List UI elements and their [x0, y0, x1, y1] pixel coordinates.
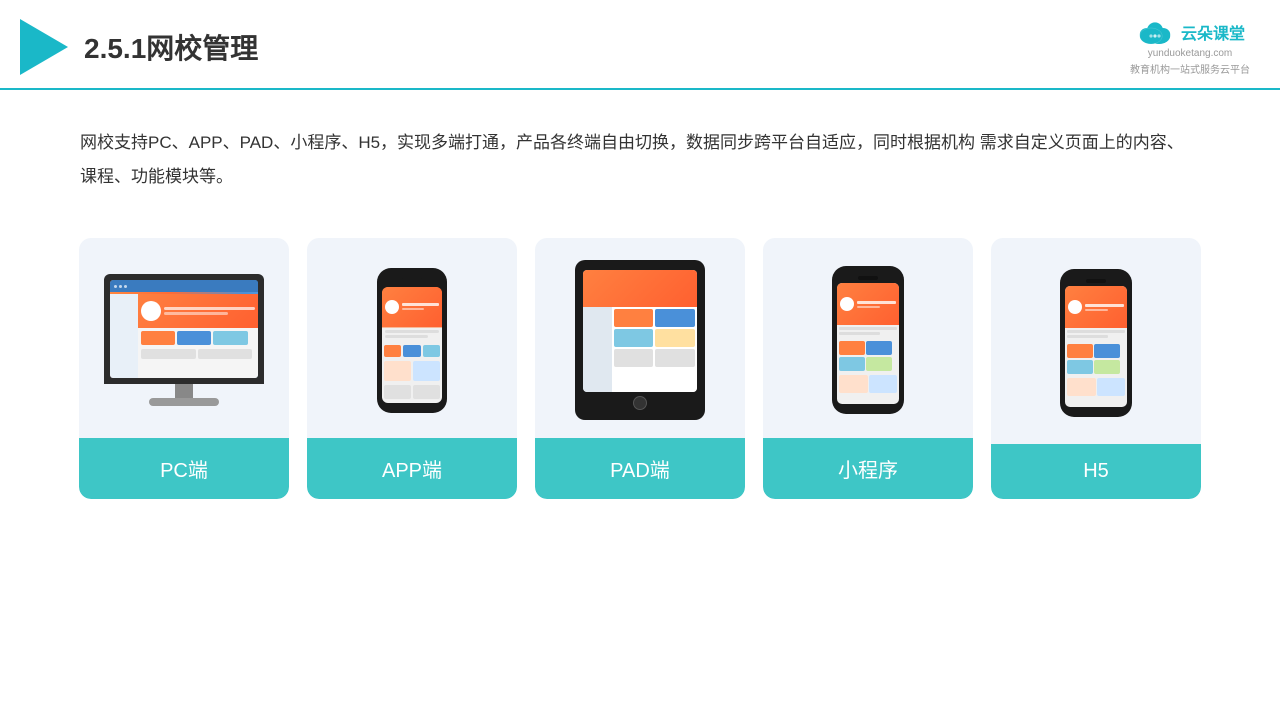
page-title: 2.5.1网校管理: [84, 27, 258, 67]
card-h5-image: [991, 238, 1201, 444]
card-pc-image: [79, 238, 289, 438]
card-app-image: [307, 238, 517, 438]
pc-monitor-icon: [104, 274, 264, 406]
tablet-pad-icon: [575, 260, 705, 420]
brand-area: 云朵课堂 yunduoketang.com 教育机构一站式服务云平台: [1130, 18, 1250, 76]
brand-tagline: 教育机构一站式服务云平台: [1130, 61, 1250, 76]
phone-h5-icon: [1060, 269, 1132, 417]
desc-content: 网校支持PC、APP、PAD、小程序、H5，实现多端打通，产品各终端自由切换，数…: [80, 133, 1184, 186]
card-pc-label: PC端: [79, 438, 289, 499]
cloud-logo-icon: [1135, 18, 1175, 46]
card-pad: PAD端: [535, 238, 745, 499]
tablet-home-btn: [633, 396, 647, 410]
cards-container: PC端: [0, 218, 1280, 529]
brand-domain: yunduoketang.com: [1148, 48, 1233, 59]
card-miniprogram-image: [763, 238, 973, 438]
card-pc: PC端: [79, 238, 289, 499]
brand-name: 云朵课堂: [1181, 20, 1245, 44]
header: 2.5.1网校管理 云朵课堂 yunduoketang.com 教育机构一站式服…: [0, 0, 1280, 90]
card-miniprogram-label: 小程序: [763, 438, 973, 499]
card-miniprogram: 小程序: [763, 238, 973, 499]
phone-app-icon: [377, 268, 447, 413]
card-app: APP端: [307, 238, 517, 499]
play-icon: [20, 19, 68, 75]
card-h5: H5: [991, 238, 1201, 499]
card-app-label: APP端: [307, 438, 517, 499]
description-text: 网校支持PC、APP、PAD、小程序、H5，实现多端打通，产品各终端自由切换，数…: [0, 90, 1280, 218]
card-pad-label: PAD端: [535, 438, 745, 499]
card-pad-image: [535, 238, 745, 438]
phone-miniprogram-icon: [832, 266, 904, 414]
card-h5-label: H5: [991, 444, 1201, 499]
brand-logo: 云朵课堂: [1135, 18, 1245, 46]
header-left: 2.5.1网校管理: [20, 19, 258, 75]
